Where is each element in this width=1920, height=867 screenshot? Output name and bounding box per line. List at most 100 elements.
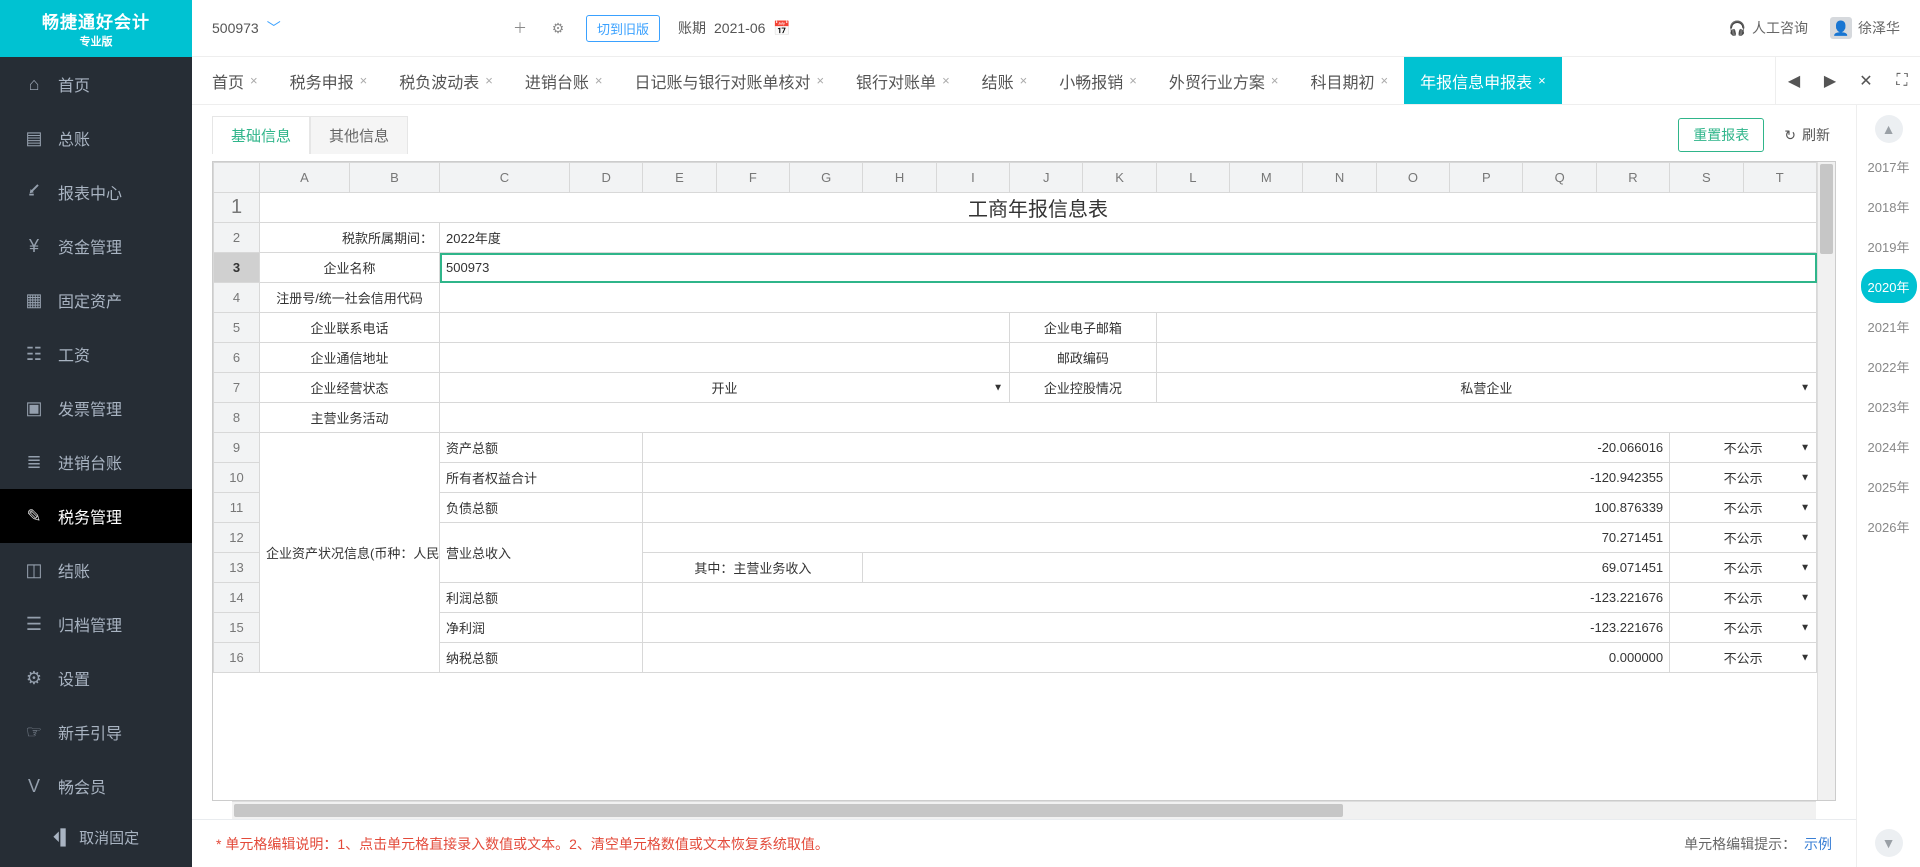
doc-tab-5[interactable]: 银行对账单× <box>840 57 966 104</box>
status-select[interactable]: 开业 <box>440 373 1010 403</box>
doc-tab-3[interactable]: 进销台账× <box>509 57 619 104</box>
fullscreen-button[interactable]: ⛶ <box>1884 57 1920 104</box>
period-picker[interactable]: 账期 2021-06 📅 <box>678 18 791 38</box>
close-icon[interactable]: × <box>1129 73 1137 88</box>
sidebar-item-1[interactable]: ▤总账 <box>0 111 192 165</box>
sidebar-item-10[interactable]: ☰归档管理 <box>0 597 192 651</box>
menu-icon: ☷ <box>24 344 44 364</box>
close-icon[interactable]: × <box>595 73 603 88</box>
year-option[interactable]: 2020年 <box>1861 269 1917 303</box>
year-option[interactable]: 2019年 <box>1861 229 1917 263</box>
col-header[interactable]: C <box>440 163 570 193</box>
sidebar-item-0[interactable]: ⌂首页 <box>0 57 192 111</box>
inner-tab-0[interactable]: 基础信息 <box>212 116 310 154</box>
year-option[interactable]: 2021年 <box>1861 309 1917 343</box>
col-header[interactable]: M <box>1230 163 1303 193</box>
doc-tab-2[interactable]: 税负波动表× <box>383 57 509 104</box>
doc-tab-4[interactable]: 日记账与银行对账单核对× <box>618 57 840 104</box>
old-version-button[interactable]: 切到旧版 <box>586 15 660 42</box>
year-next-button[interactable]: ▼ <box>1875 829 1903 857</box>
doc-tab-8[interactable]: 外贸行业方案× <box>1153 57 1295 104</box>
year-prev-button[interactable]: ▲ <box>1875 115 1903 143</box>
col-header[interactable]: F <box>716 163 789 193</box>
holding-select[interactable]: 私营企业 <box>1156 373 1816 403</box>
close-icon[interactable]: × <box>360 73 368 88</box>
close-icon[interactable]: × <box>485 73 493 88</box>
col-header[interactable]: K <box>1083 163 1156 193</box>
col-header[interactable]: R <box>1596 163 1669 193</box>
doc-tab-10[interactable]: 年报信息申报表× <box>1404 57 1562 104</box>
add-icon[interactable]: ＋ <box>510 18 530 38</box>
sidebar-item-4[interactable]: ▦固定资产 <box>0 273 192 327</box>
close-icon[interactable]: × <box>250 73 258 88</box>
sidebar-item-5[interactable]: ☷工资 <box>0 327 192 381</box>
close-icon[interactable]: × <box>816 73 824 88</box>
year-option[interactable]: 2023年 <box>1861 389 1917 423</box>
year-option[interactable]: 2018年 <box>1861 189 1917 223</box>
col-header[interactable]: G <box>790 163 863 193</box>
sidebar-item-8[interactable]: ✎税务管理 <box>0 489 192 543</box>
close-icon[interactable]: × <box>1538 73 1546 88</box>
tabs-prev-button[interactable]: ◀ <box>1776 57 1812 104</box>
menu-icon: ⭹ <box>24 182 44 202</box>
col-header[interactable]: B <box>350 163 440 193</box>
gear-icon[interactable]: ⚙ <box>548 18 568 38</box>
sidebar-item-7[interactable]: ≣进销台账 <box>0 435 192 489</box>
horizontal-scrollbar[interactable] <box>232 801 1816 819</box>
doc-tab-7[interactable]: 小畅报销× <box>1043 57 1153 104</box>
close-icon[interactable]: × <box>1271 73 1279 88</box>
col-header[interactable]: N <box>1303 163 1376 193</box>
year-option[interactable]: 2022年 <box>1861 349 1917 383</box>
col-header[interactable]: P <box>1450 163 1523 193</box>
support-label: 人工咨询 <box>1752 18 1808 38</box>
col-header[interactable]: L <box>1156 163 1229 193</box>
year-option[interactable]: 2024年 <box>1861 429 1917 463</box>
sidebar-item-13[interactable]: V畅会员 <box>0 759 192 807</box>
menu-icon: ⌂ <box>24 74 44 94</box>
col-header[interactable]: Q <box>1523 163 1596 193</box>
corner-cell[interactable] <box>214 163 260 193</box>
tabs-next-button[interactable]: ▶ <box>1812 57 1848 104</box>
close-icon[interactable]: × <box>942 73 950 88</box>
sidebar-item-6[interactable]: ▣发票管理 <box>0 381 192 435</box>
close-icon[interactable]: × <box>1381 73 1389 88</box>
menu-icon: ◫ <box>24 560 44 580</box>
refresh-button[interactable]: ↻ 刷新 <box>1784 125 1830 145</box>
doc-tab-9[interactable]: 科目期初× <box>1294 57 1404 104</box>
unpin-icon: ⏴▌ <box>53 829 71 846</box>
col-header[interactable]: O <box>1376 163 1449 193</box>
sidebar-item-3[interactable]: ¥资金管理 <box>0 219 192 273</box>
sidebar-item-11[interactable]: ⚙设置 <box>0 651 192 705</box>
col-header[interactable]: J <box>1010 163 1083 193</box>
spreadsheet[interactable]: A B C D E F G H I J <box>213 162 1817 673</box>
sidebar-item-2[interactable]: ⭹报表中心 <box>0 165 192 219</box>
year-option[interactable]: 2017年 <box>1861 149 1917 183</box>
doc-tab-0[interactable]: 首页× <box>196 57 274 104</box>
tabs-close-button[interactable]: ✕ <box>1848 57 1884 104</box>
col-header[interactable]: I <box>936 163 1009 193</box>
col-header[interactable]: D <box>570 163 643 193</box>
year-option[interactable]: 2025年 <box>1861 469 1917 503</box>
doc-tab-1[interactable]: 税务申报× <box>274 57 384 104</box>
col-header[interactable]: S <box>1670 163 1743 193</box>
reset-report-button[interactable]: 重置报表 <box>1678 118 1764 152</box>
close-icon[interactable]: × <box>1020 73 1028 88</box>
example-link[interactable]: 示例 <box>1804 836 1832 852</box>
org-selector[interactable]: 500973 ﹀ <box>212 18 492 38</box>
support-link[interactable]: 🎧 人工咨询 <box>1729 18 1808 38</box>
period-label: 账期 <box>678 18 706 38</box>
year-option[interactable]: 2026年 <box>1861 509 1917 543</box>
vertical-scrollbar[interactable] <box>1817 162 1835 800</box>
inner-tab-1[interactable]: 其他信息 <box>310 116 408 154</box>
sidebar-item-9[interactable]: ◫结账 <box>0 543 192 597</box>
col-header[interactable]: A <box>260 163 350 193</box>
doc-tab-6[interactable]: 结账× <box>966 57 1044 104</box>
col-header[interactable]: H <box>863 163 936 193</box>
sidebar-item-12[interactable]: ☞新手引导 <box>0 705 192 759</box>
sidebar-unpin[interactable]: ⏴▌ 取消固定 <box>0 807 192 867</box>
company-name-cell[interactable]: 500973 <box>440 253 1817 283</box>
user-menu[interactable]: 👤 徐泽华 <box>1830 17 1900 39</box>
sidebar: 畅捷通好会计 专业版 ⌂首页▤总账⭹报表中心¥资金管理▦固定资产☷工资▣发票管理… <box>0 0 192 867</box>
col-header[interactable]: E <box>643 163 716 193</box>
col-header[interactable]: T <box>1743 163 1817 193</box>
